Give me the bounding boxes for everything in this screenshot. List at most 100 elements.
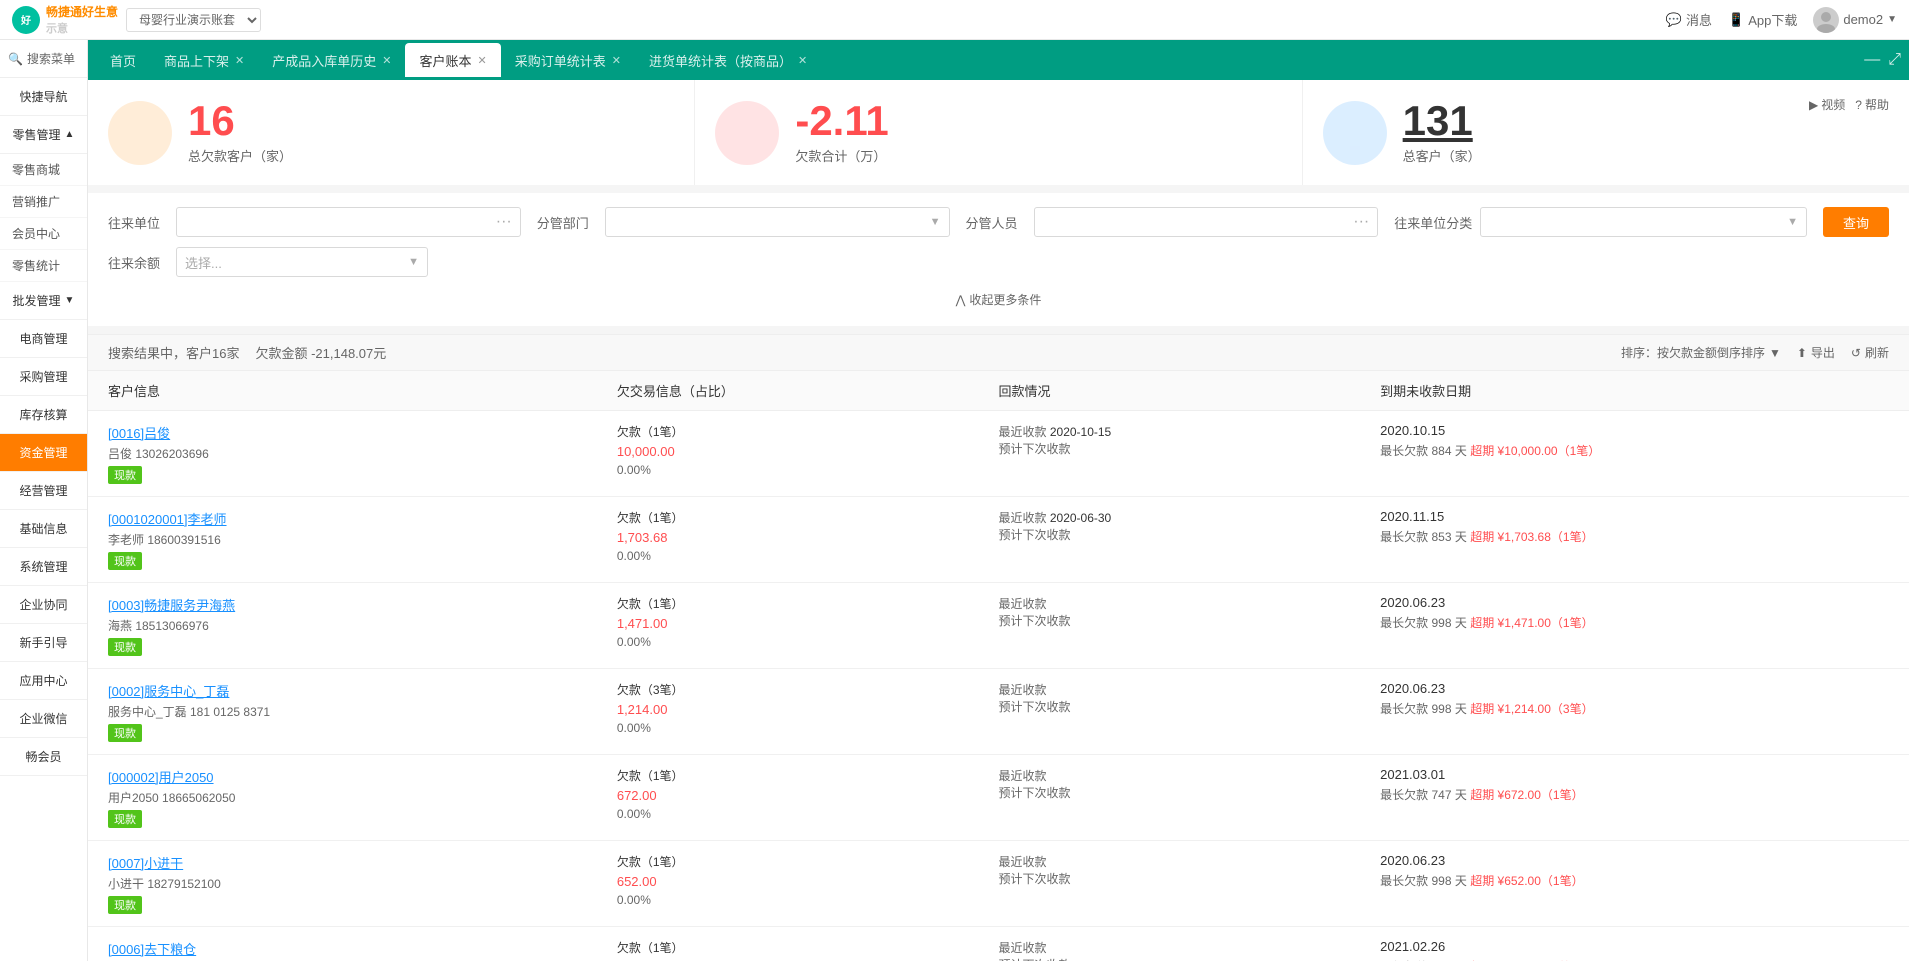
sidebar-item-enterprise[interactable]: 企业协同 [0, 586, 87, 624]
customer-name-link[interactable]: [0003]畅捷服务尹海燕 [108, 595, 617, 614]
customer-name-link[interactable]: [0016]吕俊 [108, 423, 617, 442]
tab-product-list[interactable]: 商品上下架 ✕ [150, 43, 258, 77]
sidebar-item-system[interactable]: 系统管理 [0, 548, 87, 586]
sidebar-item-retail-mgmt[interactable]: 零售管理 ▲ [0, 116, 87, 154]
overdue-info: 最长欠款 998 天 超期 ¥1,214.00（3笔） [1380, 700, 1889, 717]
person-input[interactable]: ··· [1034, 207, 1379, 237]
sidebar-item-finance[interactable]: 资金管理 [0, 434, 87, 472]
debt-desc: 欠款（3笔） [617, 681, 999, 698]
overdue-amount-link[interactable]: 超期 ¥1,471.00（1笔） [1470, 616, 1593, 630]
overdue-amount-link[interactable]: 超期 ¥672.00（1笔） [1470, 788, 1583, 802]
due-date: 2020.10.15 [1380, 423, 1889, 438]
due-date-cell: 2020.10.15 最长欠款 884 天 超期 ¥10,000.00（1笔） [1380, 423, 1889, 459]
unit-category-select[interactable]: ▼ [1480, 207, 1807, 237]
sidebar-item-operation[interactable]: 经营管理 [0, 472, 87, 510]
sidebar-item-wechat[interactable]: 企业微信 [0, 700, 87, 738]
sidebar-search[interactable]: 🔍 搜索菜单 [0, 40, 87, 78]
tab-maximize-btn[interactable]: ⤢ [1888, 51, 1901, 69]
sidebar-item-ecommerce[interactable]: 电商管理 [0, 320, 87, 358]
filter-person-label: 分管人员 [966, 213, 1026, 232]
user-area[interactable]: demo2 ▼ [1813, 7, 1897, 33]
message-link[interactable]: 💬 消息 [1666, 10, 1712, 29]
debt-desc: 欠款（1笔） [617, 767, 999, 784]
sidebar-item-retail-store[interactable]: 零售商城 [0, 154, 87, 186]
customer-tag: 现款 [108, 896, 142, 914]
sidebar-item-batch-mgmt[interactable]: 批发管理 ▼ [0, 282, 87, 320]
sidebar-item-member[interactable]: 会员中心 [0, 218, 87, 250]
video-link[interactable]: ▶ 视频 [1809, 96, 1845, 113]
collapse-btn[interactable]: ⋀ 收起更多条件 [108, 287, 1889, 312]
tab-stock-stat[interactable]: 进货单统计表（按商品） ✕ [635, 43, 821, 77]
tab-bar: 首页 商品上下架 ✕ 产成品入库单历史 ✕ 客户账本 ✕ 采购订单统计表 ✕ 进… [88, 40, 1909, 80]
debt-ratio: 0.00% [617, 463, 999, 477]
next-payment: 预计下次收款 [999, 956, 1381, 961]
debt-info-cell: 欠款（1笔） 652.00 0.00% [617, 853, 999, 907]
export-icon: ⬆ [1797, 346, 1807, 360]
sidebar-item-guide[interactable]: 新手引导 [0, 624, 87, 662]
sidebar-item-quick-nav[interactable]: 快捷导航 [0, 78, 87, 116]
export-btn[interactable]: ⬆ 导出 [1797, 344, 1835, 361]
from-unit-input[interactable]: ··· [176, 207, 521, 237]
overdue-amount-link[interactable]: 超期 ¥1,214.00（3笔） [1470, 702, 1593, 716]
due-date-cell: 2020.06.23 最长欠款 998 天 超期 ¥1,214.00（3笔） [1380, 681, 1889, 717]
sidebar-item-stock[interactable]: 库存核算 [0, 396, 87, 434]
last-payment: 最近收款 [999, 767, 1381, 784]
stat-total-customers: 131 总客户（家） ▶ 视频 ? 帮助 [1303, 80, 1909, 185]
tab-bar-actions: — ⤢ [1864, 51, 1901, 69]
customer-name-link[interactable]: [0006]去下粮仓 [108, 939, 617, 958]
return-info-cell: 最近收款 2020-10-15 预计下次收款 [999, 423, 1381, 457]
tab-customer-account[interactable]: 客户账本 ✕ [405, 43, 500, 77]
tab-home[interactable]: 首页 [96, 43, 150, 77]
customer-name-link[interactable]: [0001020001]李老师 [108, 509, 617, 528]
balance-select[interactable]: 选择... ▼ [176, 247, 428, 277]
dept-select[interactable]: ▼ [605, 207, 950, 237]
chevron-up-icon: ⋀ [956, 293, 966, 307]
store-selector[interactable]: 母婴行业演示账套 [126, 8, 261, 32]
overdue-amount-link[interactable]: 超期 ¥652.00（1笔） [1470, 874, 1583, 888]
due-date: 2020.11.15 [1380, 509, 1889, 524]
last-payment: 最近收款 2020-06-30 [999, 509, 1381, 526]
tab-close-customer-account[interactable]: ✕ [478, 54, 487, 67]
customer-name-link[interactable]: [0007]小进干 [108, 853, 617, 872]
filter-row-2: 往来余额 选择... ▼ [108, 247, 1889, 277]
overdue-info: 最长欠款 998 天 超期 ¥652.00（1笔） [1380, 872, 1889, 889]
sidebar-item-purchase[interactable]: 采购管理 [0, 358, 87, 396]
sidebar-item-retail-stat[interactable]: 零售统计 [0, 250, 87, 282]
stat-total-customers-label: 总客户（家） [1403, 146, 1481, 165]
tab-purchase-stat[interactable]: 采购订单统计表 ✕ [501, 43, 635, 77]
app-download-link[interactable]: 📱 App下载 [1728, 10, 1797, 29]
query-button[interactable]: 查询 [1823, 207, 1889, 237]
filter-from-unit-label: 往来单位 [108, 213, 168, 232]
next-payment: 预计下次收款 [999, 526, 1381, 543]
customer-name-link[interactable]: [000002]用户2050 [108, 767, 617, 786]
overdue-info: 最长欠款 998 天 超期 ¥1,471.00（1笔） [1380, 614, 1889, 631]
sidebar-item-basic-info[interactable]: 基础信息 [0, 510, 87, 548]
filter-balance: 往来余额 选择... ▼ [108, 247, 428, 277]
logo-area: 好 畅捷通好生意 示意 [12, 3, 118, 36]
table-row: [0007]小进干 小进干 18279152100 现款 欠款（1笔） 652.… [88, 841, 1909, 927]
tab-close-stock-stat[interactable]: ✕ [798, 54, 807, 67]
sidebar-item-app-center[interactable]: 应用中心 [0, 662, 87, 700]
next-payment: 预计下次收款 [999, 698, 1381, 715]
overdue-amount-link[interactable]: 超期 ¥1,703.68（1笔） [1470, 530, 1593, 544]
tab-minimize-btn[interactable]: — [1864, 51, 1880, 69]
customer-info-cell: [0001020001]李老师 李老师 18600391516 现款 [108, 509, 617, 570]
tab-close-product-list[interactable]: ✕ [235, 54, 244, 67]
overdue-amount-link[interactable]: 超期 ¥10,000.00（1笔） [1470, 444, 1600, 458]
help-link[interactable]: ? 帮助 [1855, 96, 1889, 113]
tab-close-product-history[interactable]: ✕ [382, 54, 391, 67]
customer-name-link[interactable]: [0002]服务中心_丁磊 [108, 681, 617, 700]
sidebar-item-marketing[interactable]: 营销推广 [0, 186, 87, 218]
return-info-cell: 最近收款 2020-06-30 预计下次收款 [999, 509, 1381, 543]
next-payment: 预计下次收款 [999, 440, 1381, 457]
debt-amount: 10,000.00 [617, 444, 999, 459]
customer-tag: 现款 [108, 552, 142, 570]
refresh-btn[interactable]: ↺ 刷新 [1851, 344, 1889, 361]
tab-product-history[interactable]: 产成品入库单历史 ✕ [258, 43, 405, 77]
sidebar-item-vip[interactable]: 畅会员 [0, 738, 87, 776]
table-row: [0001020001]李老师 李老师 18600391516 现款 欠款（1笔… [88, 497, 1909, 583]
stat-overdue-customers-content: 16 总欠款客户（家） [188, 100, 292, 165]
tab-close-purchase-stat[interactable]: ✕ [612, 54, 621, 67]
result-amount: 欠款金额 -21,148.07元 [255, 343, 386, 362]
sort-label[interactable]: 排序：按欠款金额倒序排序 ▼ [1621, 344, 1781, 361]
